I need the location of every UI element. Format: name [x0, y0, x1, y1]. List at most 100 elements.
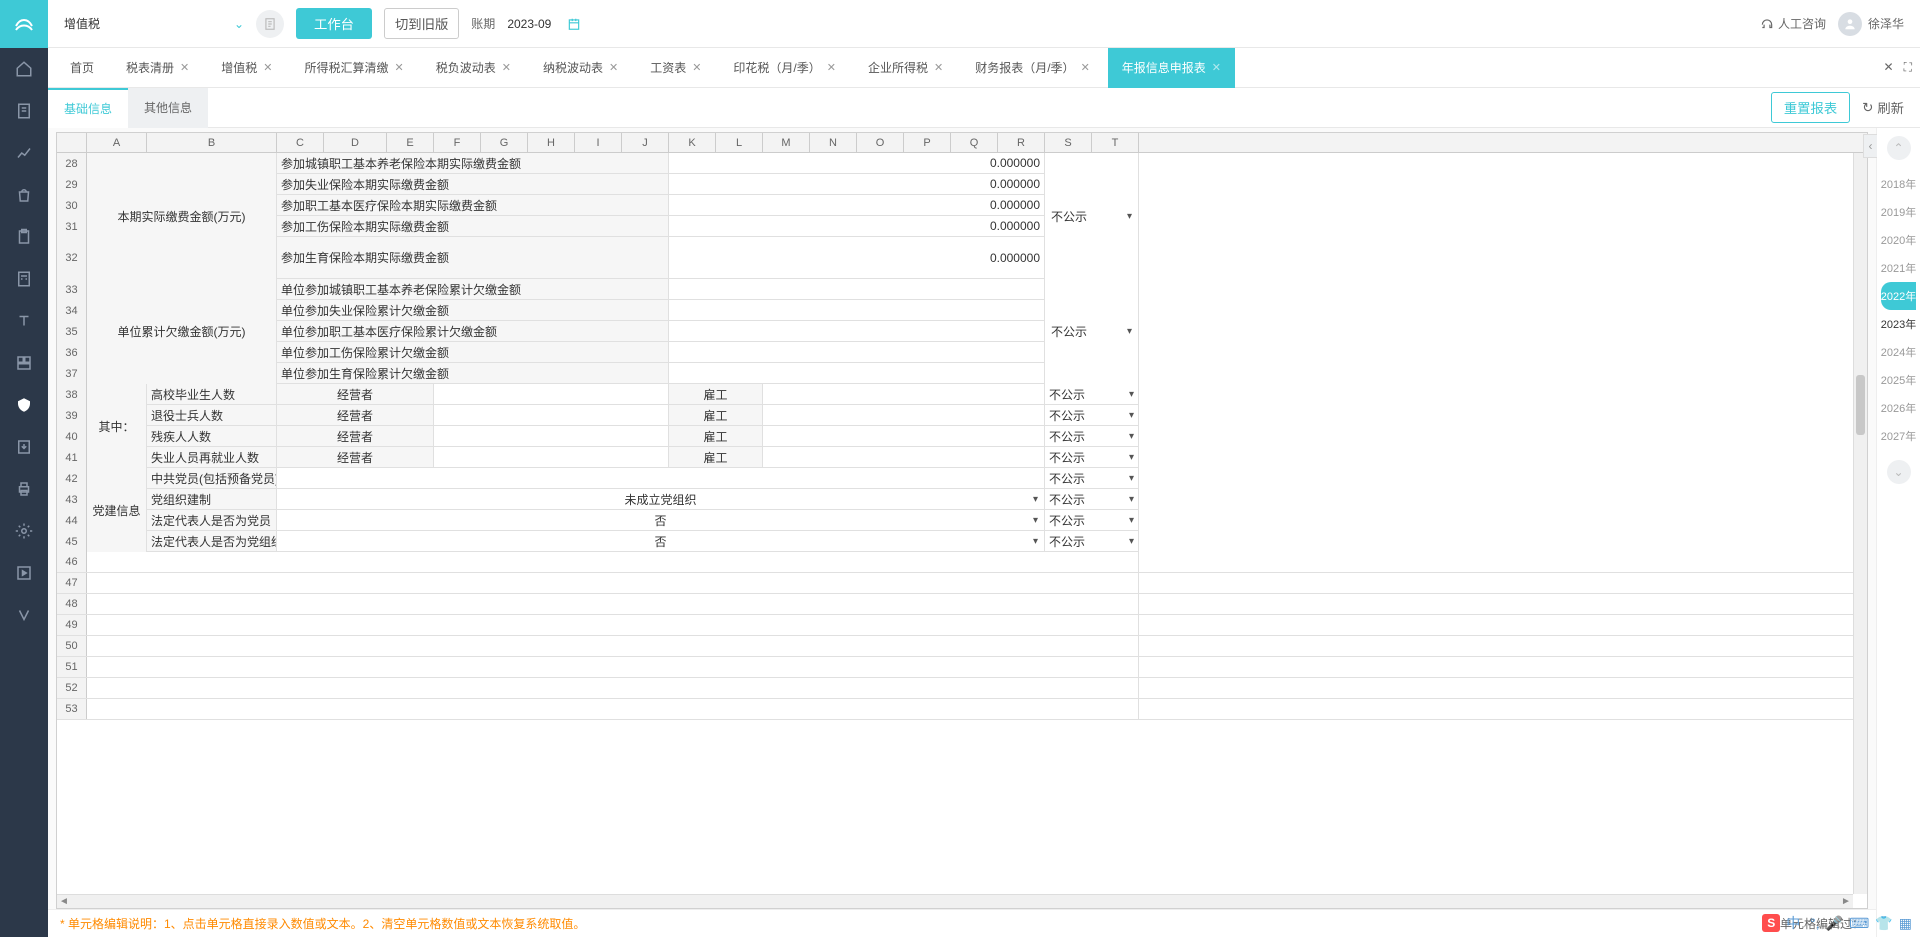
row-header[interactable]: 36	[57, 342, 87, 363]
v-icon[interactable]	[15, 606, 33, 624]
tab-close-icon[interactable]: ✕	[1212, 61, 1221, 74]
empty-cell[interactable]	[87, 573, 1139, 593]
row-header[interactable]: 29	[57, 174, 87, 195]
refresh-button[interactable]: ↻刷新	[1862, 98, 1904, 117]
display-select[interactable]: 不公示▾	[1045, 510, 1139, 530]
col-header-S[interactable]: S	[1045, 133, 1092, 152]
select-all-corner[interactable]	[57, 133, 87, 152]
tab-纳税波动表[interactable]: 纳税波动表✕	[529, 48, 632, 88]
row-header[interactable]: 43	[57, 489, 87, 510]
value-cell[interactable]: 0.000000	[669, 174, 1045, 194]
row-header[interactable]: 39	[57, 405, 87, 426]
row-header[interactable]: 47	[57, 573, 87, 593]
col-header-N[interactable]: N	[810, 133, 857, 152]
doc-icon[interactable]	[15, 102, 33, 120]
calendar-icon[interactable]	[567, 17, 581, 31]
gear-icon[interactable]	[15, 522, 33, 540]
tax-icon[interactable]	[15, 396, 33, 414]
ime-grid-icon[interactable]: ▦	[1899, 915, 1912, 932]
calc-icon[interactable]	[15, 270, 33, 288]
text-icon[interactable]	[15, 312, 33, 330]
col-header-T[interactable]: T	[1092, 133, 1139, 152]
value-cell[interactable]	[669, 321, 1045, 341]
col-header-K[interactable]: K	[669, 133, 716, 152]
ime-s-icon[interactable]: S	[1762, 914, 1780, 932]
empty-cell[interactable]	[87, 594, 1139, 614]
value-cell[interactable]	[669, 300, 1045, 320]
tab-首页[interactable]: 首页	[56, 48, 108, 88]
ime-mic-icon[interactable]: 🎤	[1826, 915, 1843, 932]
chart-icon[interactable]	[15, 144, 33, 162]
row-header[interactable]: 31	[57, 216, 87, 237]
row-header[interactable]: 38	[57, 384, 87, 405]
spreadsheet[interactable]: ABCDEFGHIJKLMNOPQRST 2829303132本期实际缴费金额(…	[56, 132, 1868, 909]
scroll-thumb[interactable]	[1856, 375, 1865, 435]
value-cell[interactable]: 0.000000	[669, 195, 1045, 215]
subtab-basic[interactable]: 基础信息	[48, 88, 128, 128]
company-dropdown[interactable]: 增值税 ⌄	[64, 15, 244, 32]
value-select[interactable]: 否▾	[277, 531, 1045, 551]
display-select[interactable]: 不公示▾	[1045, 447, 1139, 467]
row-header[interactable]: 42	[57, 468, 87, 489]
tab-close-icon[interactable]: ✕	[692, 61, 701, 74]
col-header-G[interactable]: G	[481, 133, 528, 152]
value-cell[interactable]	[434, 405, 669, 425]
col-header-R[interactable]: R	[998, 133, 1045, 152]
tab-close-icon[interactable]: ✕	[934, 61, 943, 74]
collapse-year-icon[interactable]: ‹	[1863, 134, 1877, 158]
row-header[interactable]: 48	[57, 594, 87, 614]
row-header[interactable]: 49	[57, 615, 87, 635]
period-value[interactable]: 2023-09	[507, 17, 551, 31]
ime-skin-icon[interactable]: 👕	[1875, 915, 1892, 932]
export-icon[interactable]	[15, 438, 33, 456]
row-header[interactable]: 35	[57, 321, 87, 342]
support-link[interactable]: 人工咨询	[1760, 15, 1826, 32]
row-header[interactable]: 34	[57, 300, 87, 321]
row-header[interactable]: 32	[57, 237, 87, 279]
value-cell[interactable]	[434, 426, 669, 446]
year-2025年[interactable]: 2025年	[1881, 366, 1916, 394]
row-header[interactable]: 52	[57, 678, 87, 698]
tab-财务报表（月/季）[interactable]: 财务报表（月/季）✕	[961, 48, 1104, 88]
empty-cell[interactable]	[87, 657, 1139, 677]
value-select[interactable]: 否▾	[277, 510, 1045, 530]
row-header[interactable]: 41	[57, 447, 87, 468]
ime-keyboard-icon[interactable]: ⌨	[1849, 915, 1869, 932]
display-select[interactable]: 不公示▾	[1045, 384, 1139, 404]
display-select[interactable]: 不公示▾	[1045, 279, 1139, 384]
row-header[interactable]: 46	[57, 552, 87, 572]
row-header[interactable]: 45	[57, 531, 87, 552]
col-header-E[interactable]: E	[387, 133, 434, 152]
year-2019年[interactable]: 2019年	[1881, 198, 1916, 226]
value-cell[interactable]	[434, 384, 669, 404]
value-cell[interactable]	[763, 405, 1045, 425]
horizontal-scrollbar[interactable]: ◄►	[57, 894, 1853, 908]
year-2024年[interactable]: 2024年	[1881, 338, 1916, 366]
row-header[interactable]: 51	[57, 657, 87, 677]
row-header[interactable]: 50	[57, 636, 87, 656]
display-select[interactable]: 不公示▾	[1045, 489, 1139, 509]
tab-close-icon[interactable]: ✕	[263, 61, 272, 74]
col-header-B[interactable]: B	[147, 133, 277, 152]
value-select[interactable]: 未成立党组织▾	[277, 489, 1045, 509]
row-header[interactable]: 37	[57, 363, 87, 384]
year-2027年[interactable]: 2027年	[1881, 422, 1916, 450]
year-up-icon[interactable]: ⌃	[1887, 136, 1911, 160]
year-2018年[interactable]: 2018年	[1881, 170, 1916, 198]
year-2023年[interactable]: 2023年	[1881, 310, 1916, 338]
col-header-F[interactable]: F	[434, 133, 481, 152]
subtab-other[interactable]: 其他信息	[128, 88, 208, 128]
empty-cell[interactable]	[87, 699, 1139, 719]
tab-年报信息申报表[interactable]: 年报信息申报表✕	[1108, 48, 1235, 88]
row-header[interactable]: 30	[57, 195, 87, 216]
value-cell[interactable]	[669, 279, 1045, 299]
year-2021年[interactable]: 2021年	[1881, 254, 1916, 282]
col-header-I[interactable]: I	[575, 133, 622, 152]
value-cell[interactable]	[763, 384, 1045, 404]
row-header[interactable]: 28	[57, 153, 87, 174]
note-icon[interactable]	[256, 10, 284, 38]
reset-report-button[interactable]: 重置报表	[1771, 92, 1850, 123]
col-header-D[interactable]: D	[324, 133, 387, 152]
tab-close-icon[interactable]: ✕	[1081, 61, 1090, 74]
empty-cell[interactable]	[87, 552, 1139, 572]
